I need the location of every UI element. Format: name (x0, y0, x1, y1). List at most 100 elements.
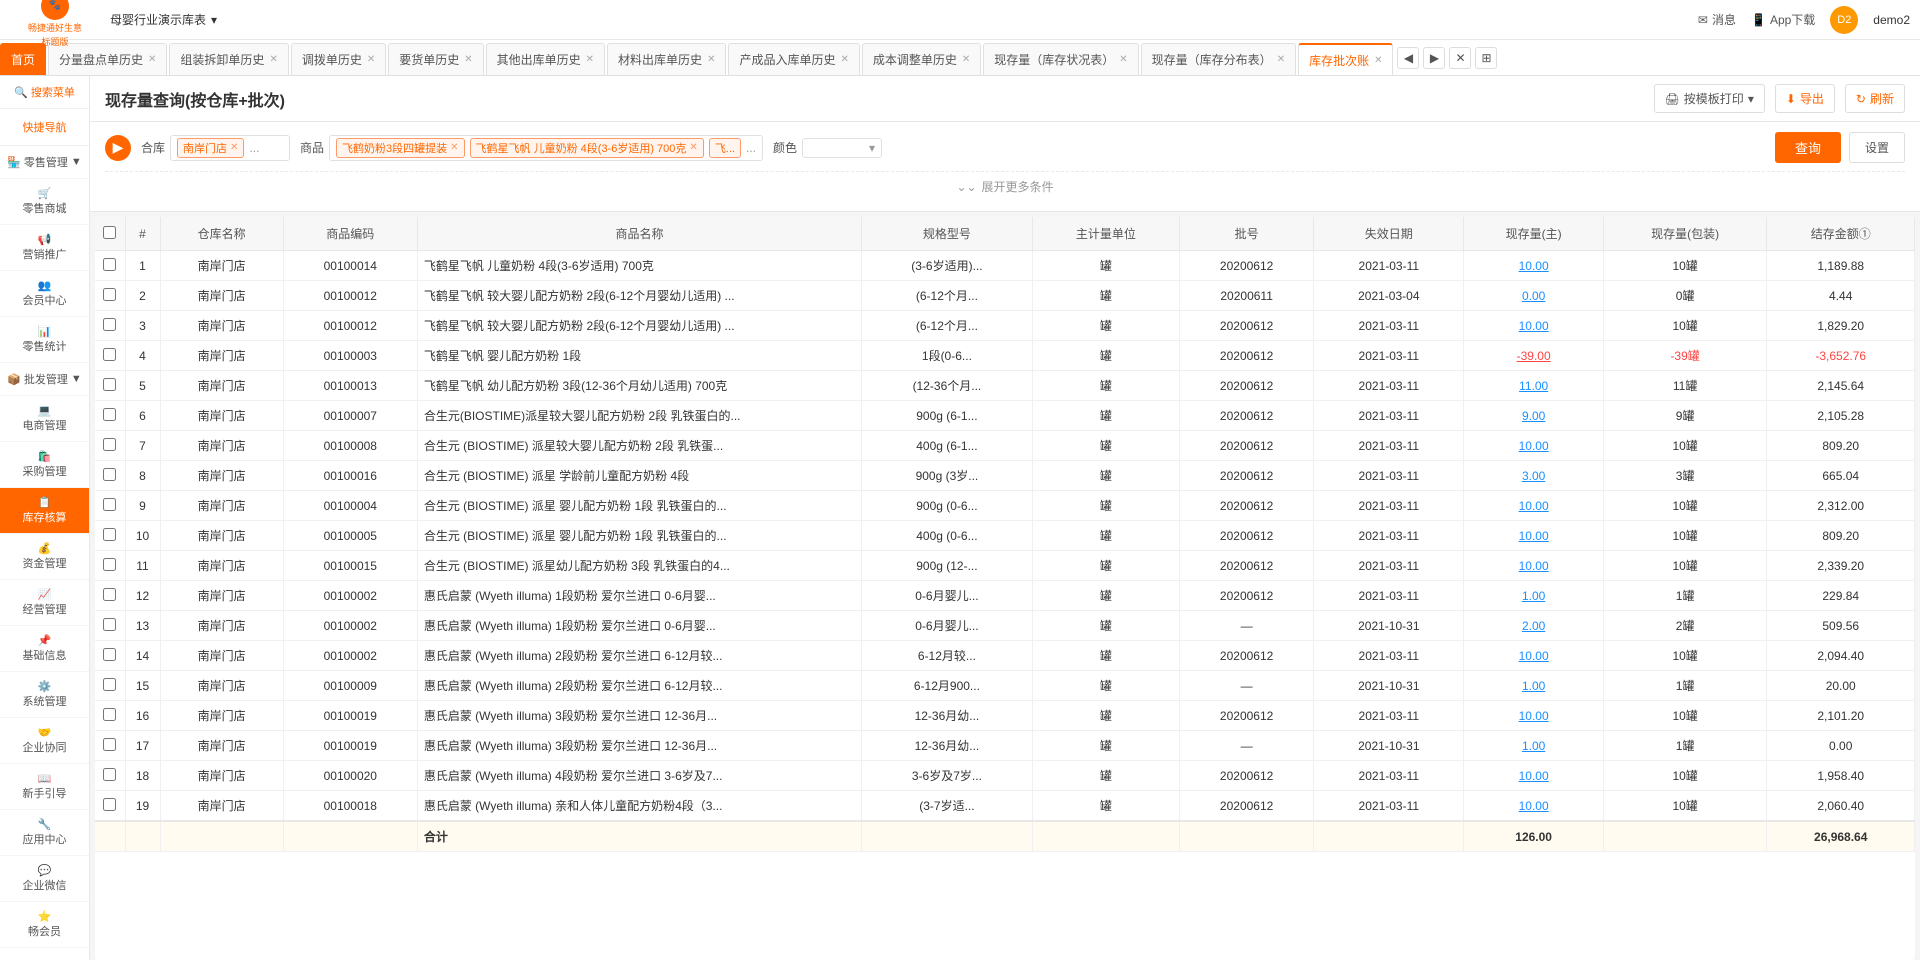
tab-xianzaifen-close[interactable]: ✕ (1277, 54, 1285, 65)
sidebar-item-huiyuan[interactable]: 👥 会员中心 (0, 271, 89, 317)
row-checkbox[interactable] (95, 761, 125, 791)
row-checkbox[interactable] (95, 461, 125, 491)
refresh-btn[interactable]: ↻ 刷新 (1845, 84, 1905, 113)
filter-warehouse-more[interactable]: ... (249, 141, 259, 155)
tab-chengben[interactable]: 成本调整单历史 ✕ (862, 43, 981, 75)
filter-warehouse-tag-close[interactable]: ✕ (230, 142, 238, 153)
filter-warehouse-tag-area[interactable]: 南岸门店 ✕ ... (170, 135, 290, 161)
row-checkbox[interactable] (95, 371, 125, 401)
sidebar-item-xinshou[interactable]: 📖 新手引导 (0, 764, 89, 810)
tab-zuhe-close[interactable]: ✕ (269, 54, 277, 65)
row-qty-main[interactable]: 1.00 (1464, 671, 1603, 701)
row-checkbox[interactable] (95, 281, 125, 311)
row-qty-main[interactable]: 11.00 (1464, 371, 1603, 401)
row-qty-main[interactable]: 10.00 (1464, 431, 1603, 461)
sidebar-item-jingying[interactable]: 📈 经营管理 (0, 580, 89, 626)
row-qty-main[interactable]: -39.00 (1464, 341, 1603, 371)
sidebar-item-xitong[interactable]: ⚙️ 系统管理 (0, 672, 89, 718)
sidebar-item-yingyong[interactable]: 🔧 应用中心 (0, 810, 89, 856)
row-checkbox[interactable] (95, 341, 125, 371)
tab-xianzai-fen[interactable]: 现存量（库存分布表） ✕ (1141, 43, 1296, 75)
tab-prev-btn[interactable]: ◀ (1397, 47, 1419, 69)
row-checkbox[interactable] (95, 701, 125, 731)
row-qty-main[interactable]: 10.00 (1464, 521, 1603, 551)
filter-product-tag1-close[interactable]: ✕ (450, 142, 458, 153)
row-qty-main[interactable]: 0.00 (1464, 281, 1603, 311)
tab-zuhe[interactable]: 组装拆卸单历史 ✕ (169, 43, 288, 75)
row-qty-main[interactable]: 9.00 (1464, 401, 1603, 431)
sidebar-item-lingshouguan[interactable]: 🏪 零售管理 ▼ (0, 146, 89, 179)
tab-fenpan-close[interactable]: ✕ (148, 54, 156, 65)
row-qty-main[interactable]: 10.00 (1464, 251, 1603, 281)
tab-home[interactable]: 首页 (0, 43, 46, 75)
row-checkbox[interactable] (95, 431, 125, 461)
message-btn[interactable]: ✉ 消息 (1698, 11, 1736, 28)
sidebar-item-yingxiao[interactable]: 📢 营销推广 (0, 225, 89, 271)
row-qty-main[interactable]: 10.00 (1464, 791, 1603, 822)
settings-btn[interactable]: 设置 (1849, 132, 1905, 163)
sidebar-item-qiyewx[interactable]: 💬 企业微信 (0, 856, 89, 902)
tab-cailiaochu-close[interactable]: ✕ (707, 54, 715, 65)
sidebar-item-changhuyuan[interactable]: ⭐ 畅会员 (0, 902, 89, 948)
row-checkbox[interactable] (95, 581, 125, 611)
row-qty-main[interactable]: 1.00 (1464, 581, 1603, 611)
tab-chengben-close[interactable]: ✕ (962, 54, 970, 65)
row-checkbox[interactable] (95, 311, 125, 341)
row-qty-main[interactable]: 3.00 (1464, 461, 1603, 491)
search-btn[interactable]: 查询 (1775, 132, 1841, 163)
sidebar-item-dianshang[interactable]: 💻 电商管理 (0, 396, 89, 442)
filter-product-more-btn[interactable]: ... (746, 141, 756, 155)
row-checkbox[interactable] (95, 491, 125, 521)
row-checkbox[interactable] (95, 401, 125, 431)
tab-menu-btn[interactable]: ⊞ (1475, 47, 1497, 69)
sidebar-nav-label[interactable]: 快捷导航 (0, 114, 89, 140)
sidebar-search[interactable]: 🔍 搜索菜单 (0, 76, 89, 109)
sidebar-item-pifa[interactable]: 📦 批发管理 ▼ (0, 363, 89, 396)
filter-expand-more[interactable]: ⌄⌄ 展开更多条件 (105, 171, 1905, 201)
row-qty-main[interactable]: 10.00 (1464, 311, 1603, 341)
sidebar-item-zijin[interactable]: 💰 资金管理 (0, 534, 89, 580)
row-qty-main[interactable]: 10.00 (1464, 551, 1603, 581)
sidebar-item-jichu[interactable]: 📌 基础信息 (0, 626, 89, 672)
tab-diaopi[interactable]: 调拨单历史 ✕ (291, 43, 386, 75)
row-qty-main[interactable]: 10.00 (1464, 701, 1603, 731)
sidebar-item-lingshoutj[interactable]: 📊 零售统计 (0, 317, 89, 363)
row-checkbox[interactable] (95, 521, 125, 551)
tab-kucunpici-close[interactable]: ✕ (1374, 55, 1382, 66)
template-print-btn[interactable]: 🖨 按模板打印 ▾ (1654, 84, 1765, 113)
tab-yaohuo[interactable]: 要货单历史 ✕ (388, 43, 483, 75)
row-checkbox[interactable] (95, 791, 125, 822)
row-checkbox[interactable] (95, 731, 125, 761)
avatar[interactable]: D2 (1830, 6, 1858, 34)
tab-xianzaiku-close[interactable]: ✕ (1119, 54, 1127, 65)
row-qty-main[interactable]: 10.00 (1464, 641, 1603, 671)
filter-product-tag2-close[interactable]: ✕ (689, 142, 697, 153)
tab-qitachu-close[interactable]: ✕ (586, 54, 594, 65)
row-checkbox[interactable] (95, 251, 125, 281)
row-qty-main[interactable]: 2.00 (1464, 611, 1603, 641)
row-checkbox[interactable] (95, 641, 125, 671)
tab-kucun-pici[interactable]: 库存批次账 ✕ (1298, 43, 1393, 75)
tab-close-all-btn[interactable]: ✕ (1449, 47, 1471, 69)
export-btn[interactable]: ⬇ 导出 (1775, 84, 1835, 113)
app-download-btn[interactable]: 📱 App下载 (1751, 11, 1815, 28)
tab-qita-chu[interactable]: 其他出库单历史 ✕ (486, 43, 605, 75)
row-qty-main[interactable]: 10.00 (1464, 761, 1603, 791)
sidebar-item-lingshoushangcheng[interactable]: 🛒 零售商城 (0, 179, 89, 225)
industry-dropdown[interactable]: 母婴行业演示库表 ▾ (110, 11, 217, 28)
filter-expand-btn[interactable]: ▶ (105, 135, 131, 161)
tab-yaohuo-close[interactable]: ✕ (464, 54, 472, 65)
filter-color-dropdown-icon[interactable]: ▾ (869, 141, 875, 155)
tab-chanpin-ru[interactable]: 产成品入库单历史 ✕ (728, 43, 859, 75)
tab-next-btn[interactable]: ▶ (1423, 47, 1445, 69)
row-qty-main[interactable]: 1.00 (1464, 731, 1603, 761)
tab-xianzai-ku[interactable]: 现存量（库存状况表） ✕ (983, 43, 1138, 75)
sidebar-item-kucun[interactable]: 📋 库存核算 (0, 488, 89, 534)
tab-chanpinru-close[interactable]: ✕ (840, 54, 848, 65)
tab-fenpan[interactable]: 分量盘点单历史 ✕ (48, 43, 167, 75)
industry-dropdown-area[interactable]: 母婴行业演示库表 ▾ (100, 11, 1698, 28)
sidebar-item-caigou[interactable]: 🛍️ 采购管理 (0, 442, 89, 488)
select-all-checkbox[interactable] (103, 226, 116, 239)
row-qty-main[interactable]: 10.00 (1464, 491, 1603, 521)
row-checkbox[interactable] (95, 611, 125, 641)
